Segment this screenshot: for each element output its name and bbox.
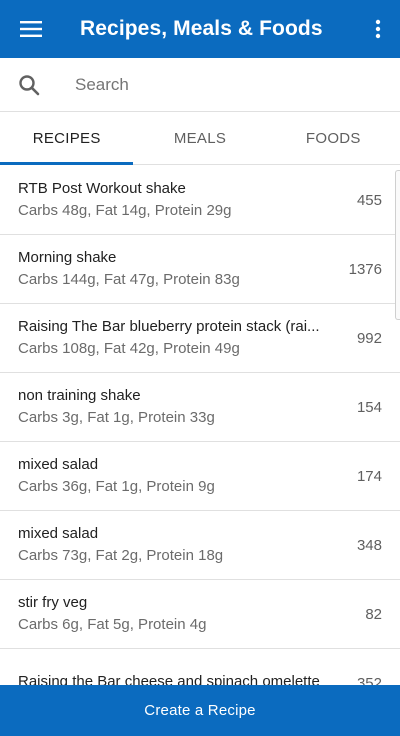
recipe-calories: 352 [356, 674, 382, 686]
list-item[interactable]: Morning shake Carbs 144g, Fat 47g, Prote… [0, 235, 400, 304]
hamburger-menu-icon[interactable] [0, 0, 62, 58]
recipe-calories: 1376 [348, 260, 382, 278]
search-bar [0, 58, 400, 112]
search-input[interactable] [75, 74, 375, 95]
create-recipe-button[interactable]: Create a Recipe [0, 685, 400, 736]
list-item[interactable]: Raising the Bar cheese and spinach omele… [0, 649, 400, 685]
list-item[interactable]: mixed salad Carbs 36g, Fat 1g, Protein 9… [0, 442, 400, 511]
recipe-name: non training shake [18, 387, 141, 404]
recipe-macros: Carbs 108g, Fat 42g, Protein 49g [18, 340, 240, 357]
list-item[interactable]: stir fry veg Carbs 6g, Fat 5g, Protein 4… [0, 580, 400, 649]
recipe-macros: Carbs 36g, Fat 1g, Protein 9g [18, 478, 215, 495]
tab-meals[interactable]: MEALS [133, 113, 266, 164]
recipe-macros: Carbs 73g, Fat 2g, Protein 18g [18, 547, 224, 564]
app-bar: Recipes, Meals & Foods [0, 0, 400, 58]
page-title: Recipes, Meals & Foods [80, 17, 323, 40]
tab-recipes[interactable]: RECIPES [0, 113, 134, 165]
recipe-macros: Carbs 144g, Fat 47g, Protein 83g [18, 271, 240, 288]
scrollbar[interactable] [395, 170, 400, 320]
recipe-calories: 455 [356, 191, 382, 209]
recipe-macros: Carbs 3g, Fat 1g, Protein 33g [18, 409, 215, 426]
recipe-name: Morning shake [18, 249, 117, 266]
tab-foods[interactable]: FOODS [267, 113, 400, 164]
recipe-macros: Carbs 6g, Fat 5g, Protein 4g [18, 616, 207, 633]
list-item[interactable]: mixed salad Carbs 73g, Fat 2g, Protein 1… [0, 511, 400, 580]
list-item[interactable]: Raising The Bar blueberry protein stack … [0, 304, 400, 373]
recipe-calories: 82 [365, 605, 382, 623]
recipe-name: mixed salad [18, 525, 99, 542]
recipe-calories: 992 [356, 329, 382, 347]
recipe-name: Raising The Bar blueberry protein stack … [18, 318, 320, 335]
tab-bar: RECIPES MEALS FOODS [0, 113, 400, 165]
recipe-name: Raising the Bar cheese and spinach omele… [18, 673, 320, 685]
recipe-calories: 154 [356, 398, 382, 416]
recipe-name: mixed salad [18, 456, 99, 473]
recipe-calories: 174 [356, 467, 382, 485]
recipe-name: RTB Post Workout shake [18, 180, 186, 197]
recipe-macros: Carbs 48g, Fat 14g, Protein 29g [18, 202, 232, 219]
list-item[interactable]: RTB Post Workout shake Carbs 48g, Fat 14… [0, 166, 400, 235]
recipe-name: stir fry veg [18, 594, 88, 611]
more-vert-icon[interactable] [356, 0, 400, 58]
recipe-list: RTB Post Workout shake Carbs 48g, Fat 14… [0, 166, 400, 685]
list-item[interactable]: non training shake Carbs 3g, Fat 1g, Pro… [0, 373, 400, 442]
recipe-calories: 348 [356, 536, 382, 554]
search-icon [0, 74, 58, 96]
